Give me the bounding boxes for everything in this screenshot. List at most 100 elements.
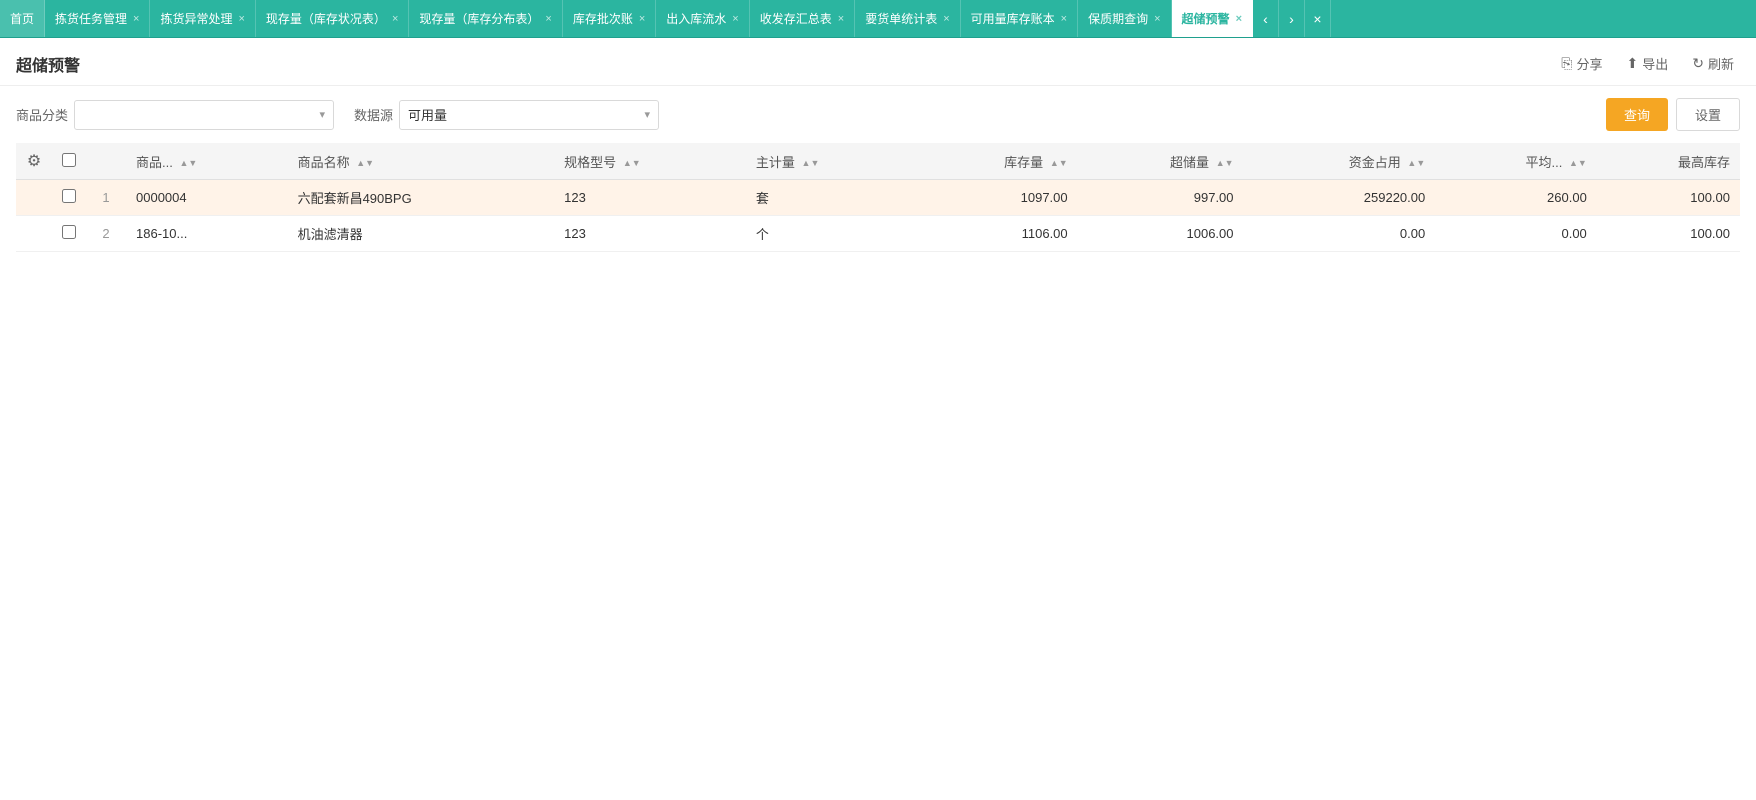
close-inv-batch[interactable]: × [639, 13, 645, 25]
col-checkbox [52, 143, 86, 180]
row-stock: 1097.00 [912, 180, 1078, 216]
row-avg: 260.00 [1435, 180, 1597, 216]
export-icon: ⬆ [1627, 55, 1639, 72]
export-button[interactable]: ⬆ 导出 [1621, 50, 1675, 77]
datasource-arrow-icon: ▾ [645, 108, 651, 121]
row-settings-cell [16, 216, 52, 252]
row-overstock: 1006.00 [1078, 216, 1244, 252]
col-product-code[interactable]: 商品... ▲▼ [126, 143, 288, 180]
share-button[interactable]: ⎘ 分享 [1555, 50, 1608, 77]
row-product-name: 机油滤清器 [288, 216, 555, 252]
page-title: 超储预警 [16, 52, 80, 76]
close-inv-dist[interactable]: × [545, 13, 551, 25]
nav-available[interactable]: 可用量库存账本 × [961, 0, 1078, 38]
category-arrow-icon: ▾ [319, 108, 325, 121]
row-product-code: 186-10... [126, 216, 288, 252]
close-pkl-exception[interactable]: × [238, 13, 244, 25]
table-row: 1 0000004 六配套新昌490BPG 123 套 1097.00 997.… [16, 180, 1740, 216]
col-num [86, 143, 126, 180]
sort-capital-icon: ▲▼ [1407, 159, 1425, 168]
page-container: 超储预警 ⎘ 分享 ⬆ 导出 ↻ 刷新 商品分类 ▾ 数据源 [0, 38, 1756, 800]
refresh-button[interactable]: ↻ 刷新 [1686, 50, 1740, 77]
sort-stock-icon: ▲▼ [1050, 159, 1068, 168]
table-header-row: ⚙ 商品... ▲▼ 商品名称 ▲▼ 规格型号 [16, 143, 1740, 180]
sort-avg-icon: ▲▼ [1569, 159, 1587, 168]
filter-bar: 商品分类 ▾ 数据源 可用量 ▾ 查询 设置 [0, 86, 1756, 143]
col-settings: ⚙ [16, 143, 52, 180]
col-capital[interactable]: 资金占用 ▲▼ [1244, 143, 1436, 180]
col-overstock[interactable]: 超储量 ▲▼ [1078, 143, 1244, 180]
nav-inv-status[interactable]: 现存量（库存状况表） × [256, 0, 409, 38]
row-unit: 套 [746, 180, 912, 216]
close-inv-status[interactable]: × [392, 13, 398, 25]
row-checkbox-1[interactable] [62, 225, 76, 239]
datasource-filter: 数据源 可用量 ▾ [354, 100, 659, 130]
page-header: 超储预警 ⎘ 分享 ⬆ 导出 ↻ 刷新 [0, 38, 1756, 86]
col-avg[interactable]: 平均... ▲▼ [1435, 143, 1597, 180]
category-filter: 商品分类 ▾ [16, 100, 334, 130]
header-actions: ⎘ 分享 ⬆ 导出 ↻ 刷新 [1555, 50, 1740, 77]
category-select[interactable]: ▾ [74, 100, 334, 130]
nav-order-stat[interactable]: 要货单统计表 × [855, 0, 960, 38]
nav-inv-dist[interactable]: 现存量（库存分布表） × [409, 0, 562, 38]
nav-overstock[interactable]: 超储预警 × [1172, 0, 1253, 38]
row-checkbox-0[interactable] [62, 189, 76, 203]
row-overstock: 997.00 [1078, 180, 1244, 216]
row-num: 1 [86, 180, 126, 216]
select-all-checkbox[interactable] [62, 153, 76, 167]
nav-inout-flow[interactable]: 出入库流水 × [656, 0, 749, 38]
close-pkl-task[interactable]: × [133, 13, 139, 25]
nav-prev-arrow[interactable]: ‹ [1253, 0, 1279, 38]
row-avg: 0.00 [1435, 216, 1597, 252]
row-spec: 123 [554, 180, 746, 216]
row-checkbox-cell[interactable] [52, 180, 86, 216]
row-num: 2 [86, 216, 126, 252]
row-checkbox-cell[interactable] [52, 216, 86, 252]
query-button[interactable]: 查询 [1606, 98, 1668, 131]
close-inout-flow[interactable]: × [732, 13, 738, 25]
settings-button[interactable]: 设置 [1676, 98, 1740, 131]
nav-pkl-task[interactable]: 拣货任务管理 × [45, 0, 150, 38]
close-order-stat[interactable]: × [943, 13, 949, 25]
row-stock: 1106.00 [912, 216, 1078, 252]
close-recv-send[interactable]: × [838, 13, 844, 25]
nav-pkl-exception[interactable]: 拣货异常处理 × [150, 0, 255, 38]
table-body: 1 0000004 六配套新昌490BPG 123 套 1097.00 997.… [16, 180, 1740, 252]
sort-overstock-icon: ▲▼ [1216, 159, 1234, 168]
nav-expiry[interactable]: 保质期查询 × [1078, 0, 1171, 38]
sort-product-code-icon: ▲▼ [179, 159, 197, 168]
col-product-name[interactable]: 商品名称 ▲▼ [288, 143, 555, 180]
nav-recv-send[interactable]: 收发存汇总表 × [750, 0, 855, 38]
close-available[interactable]: × [1061, 13, 1067, 25]
row-product-name: 六配套新昌490BPG [288, 180, 555, 216]
top-nav: 首页 拣货任务管理 × 拣货异常处理 × 现存量（库存状况表） × 现存量（库存… [0, 0, 1756, 38]
datasource-select[interactable]: 可用量 ▾ [399, 100, 659, 130]
nav-home[interactable]: 首页 [0, 0, 45, 38]
row-max-stock: 100.00 [1597, 216, 1740, 252]
close-expiry[interactable]: × [1154, 13, 1160, 25]
sort-spec-icon: ▲▼ [623, 159, 641, 168]
close-overstock[interactable]: × [1236, 13, 1242, 25]
col-spec[interactable]: 规格型号 ▲▼ [554, 143, 746, 180]
row-spec: 123 [554, 216, 746, 252]
share-icon: ⎘ [1561, 55, 1572, 72]
data-table: ⚙ 商品... ▲▼ 商品名称 ▲▼ 规格型号 [16, 143, 1740, 252]
category-label: 商品分类 [16, 105, 68, 124]
table-container: ⚙ 商品... ▲▼ 商品名称 ▲▼ 规格型号 [0, 143, 1756, 252]
row-unit: 个 [746, 216, 912, 252]
sort-product-name-icon: ▲▼ [356, 159, 374, 168]
sort-unit-icon: ▲▼ [802, 159, 820, 168]
row-product-code: 0000004 [126, 180, 288, 216]
nav-next-arrow[interactable]: › [1279, 0, 1305, 38]
nav-inv-batch[interactable]: 库存批次账 × [563, 0, 656, 38]
filter-actions: 查询 设置 [1606, 98, 1740, 131]
table-row: 2 186-10... 机油滤清器 123 个 1106.00 1006.00 … [16, 216, 1740, 252]
datasource-value: 可用量 [408, 105, 447, 124]
col-unit[interactable]: 主计量 ▲▼ [746, 143, 912, 180]
col-stock[interactable]: 库存量 ▲▼ [912, 143, 1078, 180]
row-max-stock: 100.00 [1597, 180, 1740, 216]
nav-close-arrow[interactable]: × [1305, 0, 1331, 38]
table-settings-icon[interactable]: ⚙ [27, 153, 41, 170]
col-max-stock: 最高库存 [1597, 143, 1740, 180]
row-capital: 0.00 [1244, 216, 1436, 252]
